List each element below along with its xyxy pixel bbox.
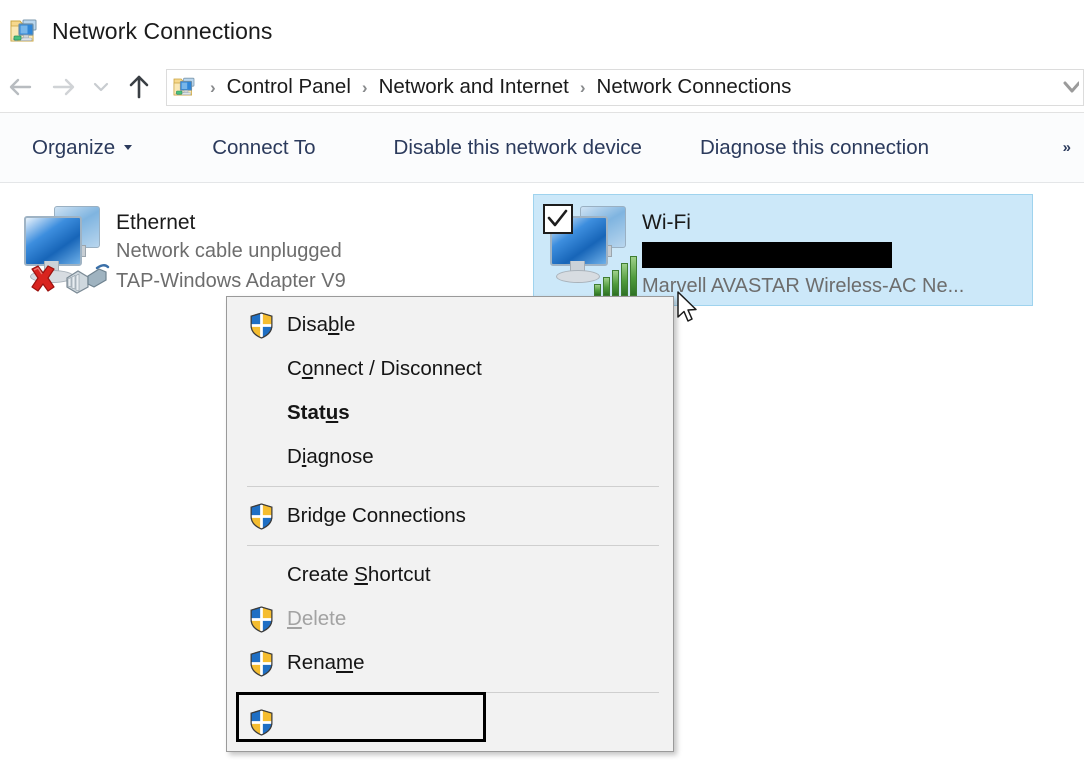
window-title: Network Connections [52,17,273,44]
toolbar-overflow-button[interactable]: » [1063,139,1071,156]
menu-separator [247,692,659,693]
back-arrow-icon[interactable] [0,66,42,108]
wifi-device: Marvell AVASTAR Wireless-AC Ne... [642,275,965,297]
chevron-down-icon [124,145,133,150]
signal-strength-icon [594,256,640,296]
menu-item-status-label: Status [287,401,350,424]
breadcrumb-separator: › [579,77,586,97]
list-item-ethernet[interactable]: Ethernet Network cable unplugged TAP-Win… [8,194,508,306]
uac-shield-icon [241,311,281,339]
wifi-name: Wi-Fi [642,211,691,234]
menu-item-disable[interactable]: Disable [227,303,673,347]
menu-item-properties[interactable] [227,700,673,744]
menu-item-create-shortcut[interactable]: Create Shortcut [227,553,673,597]
command-toolbar: Organize Connect To Disable this network… [0,113,1084,183]
menu-item-create-shortcut-label: Create Shortcut [287,563,431,586]
menu-item-bridge-connections[interactable]: Bridge Connections [227,494,673,538]
breadcrumb-network-folder-icon[interactable] [173,75,199,99]
wifi-selection-checkbox[interactable] [543,204,573,234]
menu-item-delete: Delete [227,597,673,641]
network-adapter-disconnected-icon [12,200,116,298]
breadcrumb-item-network-and-internet[interactable]: Network and Internet [377,75,571,99]
toolbar-diagnose-connection-label: Diagnose this connection [699,135,930,159]
address-bar: › Control Panel › Network and Internet ›… [0,62,1084,113]
recent-locations-chevron-icon[interactable] [84,66,118,108]
toolbar-organize-button[interactable]: Organize [22,130,142,166]
network-folder-icon [10,16,42,46]
menu-item-diagnose-label: Diagnose [287,445,374,468]
breadcrumb-item-control-panel[interactable]: Control Panel [225,75,353,99]
ethernet-status: Network cable unplugged [116,240,342,262]
toolbar-disable-device-button[interactable]: Disable this network device [384,130,652,166]
menu-item-connect-disconnect[interactable]: Connect / Disconnect [227,347,673,391]
menu-item-delete-label: Delete [287,607,347,630]
toolbar-disable-device-label: Disable this network device [393,135,642,159]
up-arrow-icon[interactable] [118,66,160,108]
breadcrumb[interactable]: › Control Panel › Network and Internet ›… [166,68,1084,106]
uac-shield-icon [241,605,281,633]
context-menu: Disable Connect / Disconnect Status Diag… [226,296,674,752]
menu-item-rename-label: Rename [287,651,365,674]
toolbar-organize-label: Organize [32,135,116,159]
uac-shield-icon [241,649,281,677]
wifi-ssid-redacted [642,242,892,268]
uac-shield-icon [241,708,281,736]
chevron-down-icon[interactable] [1063,72,1081,102]
menu-item-rename[interactable]: Rename [227,641,673,685]
menu-item-diagnose[interactable]: Diagnose [227,435,673,479]
red-x-icon [26,262,60,296]
window-title-bar: Network Connections [0,0,1084,62]
list-item-wifi[interactable]: Wi-Fi Marvell AVASTAR Wireless-AC Ne... [533,194,1033,306]
toolbar-connect-to-label: Connect To [212,135,316,159]
uac-shield-icon [241,502,281,530]
wifi-details: Wi-Fi Marvell AVASTAR Wireless-AC Ne... [642,200,964,301]
breadcrumb-item-network-connections[interactable]: Network Connections [595,75,794,99]
menu-item-status[interactable]: Status [227,391,673,435]
menu-separator [247,486,659,487]
menu-separator [247,545,659,546]
menu-item-bridge-connections-label: Bridge Connections [287,504,466,527]
ethernet-details: Ethernet Network cable unplugged TAP-Win… [116,200,346,296]
ethernet-device: TAP-Windows Adapter V9 [116,270,346,292]
ethernet-name: Ethernet [116,211,196,234]
menu-item-connect-disconnect-label: Connect / Disconnect [287,357,482,380]
forward-arrow-icon[interactable] [42,66,84,108]
menu-item-disable-label: Disable [287,313,356,336]
toolbar-diagnose-connection-button[interactable]: Diagnose this connection [690,130,939,166]
breadcrumb-separator: › [361,77,368,97]
breadcrumb-separator: › [210,77,216,97]
wireless-adapter-connected-icon [538,200,642,298]
rj45-connector-icon [64,262,110,294]
toolbar-connect-to-button[interactable]: Connect To [202,130,325,166]
